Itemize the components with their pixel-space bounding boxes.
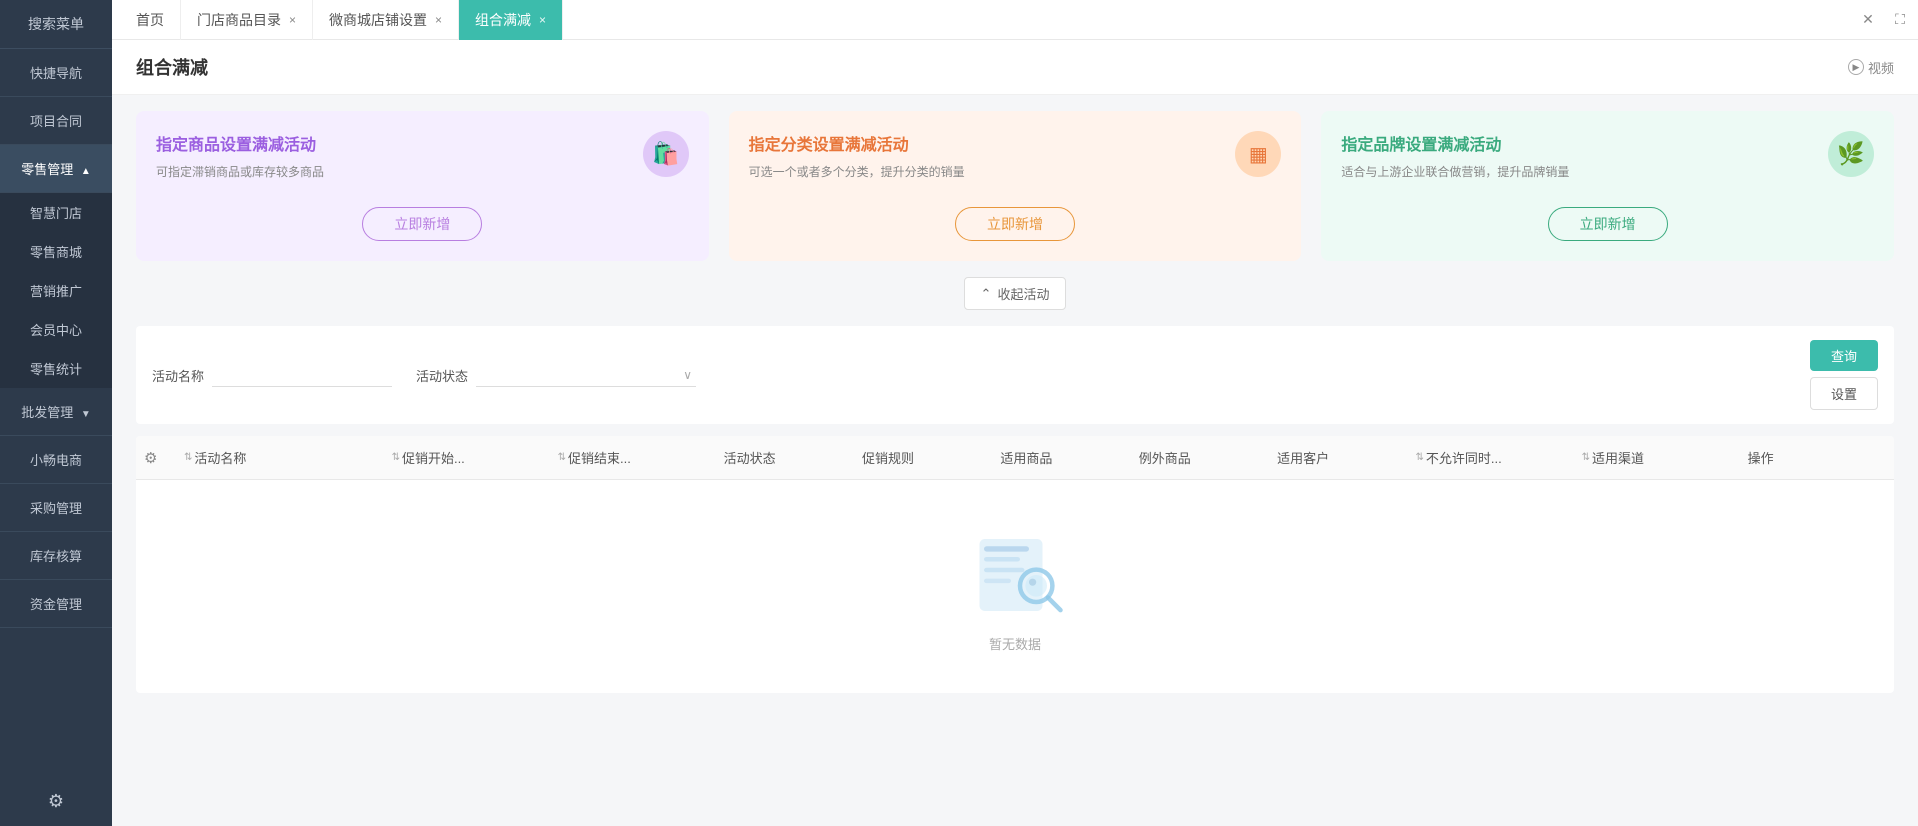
page-title: 组合满减 [136, 54, 208, 80]
filter-name-input[interactable] [212, 363, 392, 387]
activity-card-product: 🛍️ 指定商品设置满减活动 可指定滞销商品或库存较多商品 立即新增 [136, 111, 709, 261]
tab-combo-discount[interactable]: 组合满减 × [459, 0, 563, 40]
empty-state: 暂无数据 [136, 480, 1894, 693]
filter-name-label: 活动名称 [152, 366, 204, 385]
collapse-bar: ⌃ 收起活动 [136, 277, 1894, 310]
tab-bar: 首页 门店商品目录 × 微商城店铺设置 × 组合满减 × ✕ ⛶ [112, 0, 1918, 40]
sidebar-settings[interactable]: ⚙ [0, 777, 112, 826]
chevron-up-icon: ⌃ [981, 286, 992, 302]
sidebar-item-funds-mgmt[interactable]: 资金管理 [0, 580, 112, 628]
sidebar-search[interactable]: 搜索菜单 [0, 0, 112, 49]
card-brand-desc: 适合与上游企业联合做营销，提升品牌销量 [1341, 163, 1874, 193]
sidebar-item-xiaochu-ecom[interactable]: 小畅电商 [0, 436, 112, 484]
tab-close-combo-discount[interactable]: × [539, 13, 546, 27]
activity-card-brand: 🌿 指定品牌设置满减活动 适合与上游企业联合做营销，提升品牌销量 立即新增 [1321, 111, 1894, 261]
th-op: 操作 [1748, 448, 1886, 467]
close-window-icon[interactable]: ✕ [1858, 10, 1878, 30]
sort-icon-name: ⇅ [184, 452, 192, 463]
sidebar-item-wholesale-mgmt[interactable]: 批发管理 ▼ [0, 388, 112, 436]
card-brand-add-btn[interactable]: 立即新增 [1548, 207, 1668, 241]
filter-status-item: 活动状态 ∨ [416, 364, 696, 387]
sidebar-item-inventory-calc[interactable]: 库存核算 [0, 532, 112, 580]
main-wrapper: 首页 门店商品目录 × 微商城店铺设置 × 组合满减 × ✕ ⛶ 组合满减 ▶ … [112, 0, 1918, 826]
sidebar: 搜索菜单 快捷导航 项目合同 零售管理 ▲ 智慧门店 零售商城 营销推广 会员中… [0, 0, 112, 826]
th-end[interactable]: ⇅ 促销结束... [558, 448, 724, 467]
sidebar-item-smart-store[interactable]: 智慧门店 [0, 193, 112, 232]
expand-arrow-icon: ▲ [81, 166, 91, 177]
table-settings-icon[interactable]: ⚙ [144, 450, 157, 467]
th-rule: 促销规则 [862, 448, 1000, 467]
sidebar-item-purchase-mgmt[interactable]: 采购管理 [0, 484, 112, 532]
th-notallow[interactable]: ⇅ 不允许同时... [1416, 448, 1582, 467]
sidebar-item-retail-stats[interactable]: 零售统计 [0, 349, 112, 388]
tab-wechat-store[interactable]: 微商城店铺设置 × [313, 0, 459, 40]
sort-icon-channel: ⇅ [1582, 452, 1590, 463]
expand-arrow-wholesale-icon: ▼ [81, 409, 91, 420]
empty-text: 暂无数据 [989, 634, 1041, 653]
content-area: 🛍️ 指定商品设置满减活动 可指定滞销商品或库存较多商品 立即新增 ▦ 指定分类… [112, 95, 1918, 826]
card-category-title: 指定分类设置满减活动 [749, 131, 1282, 155]
tab-right-icons: ✕ ⛶ [1858, 10, 1910, 30]
page-header: 组合满减 ▶ 视频 [112, 40, 1918, 95]
gear-icon: ⚙ [48, 791, 64, 811]
tab-close-store-catalog[interactable]: × [289, 13, 296, 27]
play-circle-icon: ▶ [1848, 59, 1864, 75]
tab-close-wechat-store[interactable]: × [435, 13, 442, 27]
card-product-title: 指定商品设置满减活动 [156, 131, 689, 155]
tab-store-catalog[interactable]: 门店商品目录 × [181, 0, 313, 40]
th-goods: 适用商品 [1000, 448, 1138, 467]
th-channel[interactable]: ⇅ 适用渠道 [1582, 448, 1748, 467]
activity-card-category: ▦ 指定分类设置满减活动 可选一个或者多个分类，提升分类的销量 立即新增 [729, 111, 1302, 261]
card-product-desc: 可指定滞销商品或库存较多商品 [156, 163, 689, 193]
sidebar-item-quick-nav[interactable]: 快捷导航 [0, 49, 112, 97]
sidebar-item-retail-mall[interactable]: 零售商城 [0, 232, 112, 271]
video-button[interactable]: ▶ 视频 [1848, 58, 1894, 77]
th-start[interactable]: ⇅ 促销开始... [392, 448, 558, 467]
query-button[interactable]: 查询 [1810, 340, 1878, 371]
sort-icon-end: ⇅ [558, 452, 566, 463]
sort-icon-notallow: ⇅ [1416, 452, 1424, 463]
filter-row: 活动名称 活动状态 ∨ 查询 设置 [136, 326, 1894, 424]
collapse-btn[interactable]: ⌃ 收起活动 [964, 277, 1067, 310]
th-name[interactable]: ⇅ 活动名称 [184, 448, 392, 467]
empty-svg [965, 530, 1075, 620]
activity-cards: 🛍️ 指定商品设置满减活动 可指定滞销商品或库存较多商品 立即新增 ▦ 指定分类… [136, 111, 1894, 261]
sidebar-item-project-contract[interactable]: 项目合同 [0, 97, 112, 145]
maximize-window-icon[interactable]: ⛶ [1890, 10, 1910, 30]
filter-name-item: 活动名称 [152, 363, 392, 387]
th-exception: 例外商品 [1139, 448, 1277, 467]
filter-status-label: 活动状态 [416, 366, 468, 385]
tab-home[interactable]: 首页 [120, 0, 181, 40]
sidebar-item-member-center[interactable]: 会员中心 [0, 310, 112, 349]
th-customer: 适用客户 [1277, 448, 1415, 467]
card-brand-title: 指定品牌设置满减活动 [1341, 131, 1874, 155]
card-product-add-btn[interactable]: 立即新增 [362, 207, 482, 241]
table-container: ⚙ ⇅ 活动名称 ⇅ 促销开始... ⇅ 促销结束... 活动状态 促销规则 适… [136, 436, 1894, 693]
empty-illustration [965, 530, 1065, 620]
card-category-desc: 可选一个或者多个分类，提升分类的销量 [749, 163, 1282, 193]
th-gear[interactable]: ⚙ [144, 449, 184, 467]
filter-status-select[interactable]: ∨ [476, 364, 696, 387]
sidebar-item-retail-mgmt[interactable]: 零售管理 ▲ [0, 145, 112, 193]
filter-actions: 查询 设置 [1810, 340, 1878, 410]
sidebar-sub-retail: 智慧门店 零售商城 营销推广 会员中心 零售统计 [0, 193, 112, 388]
card-brand-icon: 🌿 [1828, 131, 1874, 177]
card-category-add-btn[interactable]: 立即新增 [955, 207, 1075, 241]
sort-icon-start: ⇅ [392, 452, 400, 463]
table-header: ⚙ ⇅ 活动名称 ⇅ 促销开始... ⇅ 促销结束... 活动状态 促销规则 适… [136, 436, 1894, 480]
th-status: 活动状态 [724, 448, 862, 467]
chevron-down-icon: ∨ [683, 368, 692, 382]
sidebar-item-marketing[interactable]: 营销推广 [0, 271, 112, 310]
card-product-icon: 🛍️ [643, 131, 689, 177]
setting-button[interactable]: 设置 [1810, 377, 1878, 410]
